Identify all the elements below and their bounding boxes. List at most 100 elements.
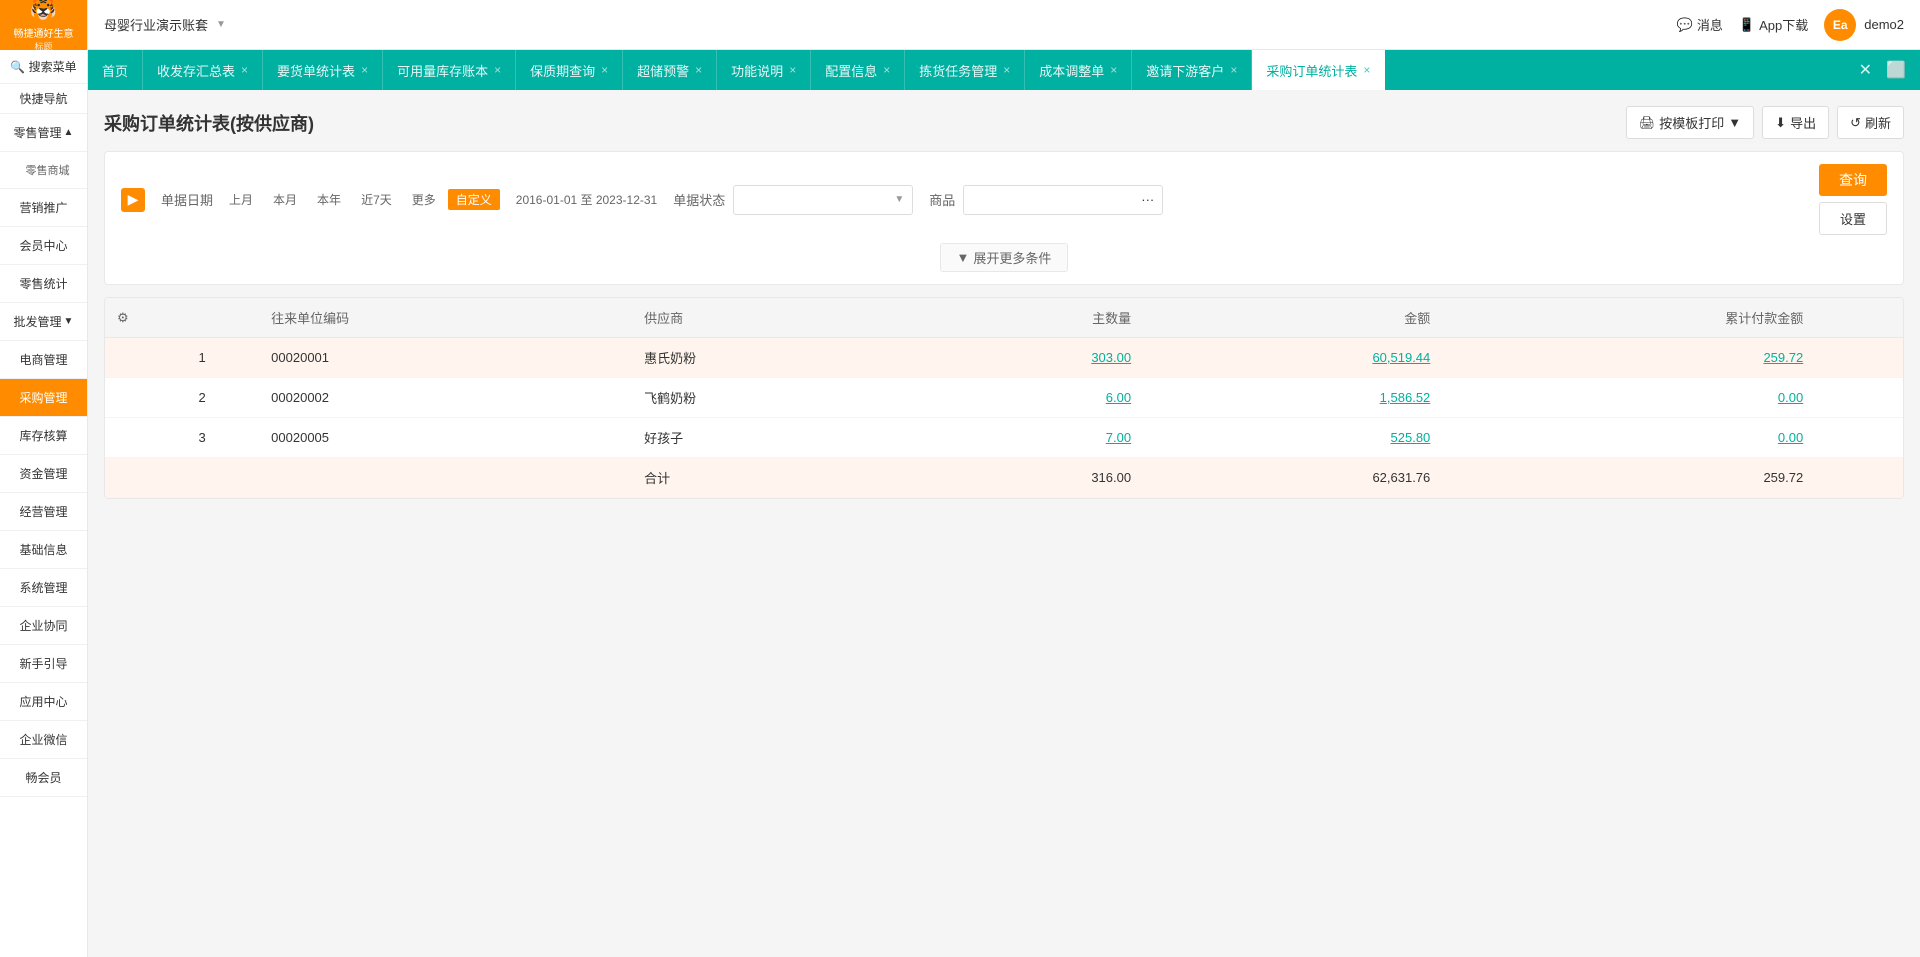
sidebar-item-system[interactable]: 系统管理 [0, 569, 87, 607]
sidebar-item-inventory[interactable]: 库存核算 [0, 417, 87, 455]
print-button[interactable]: 🖨 按模板打印 ▼ [1626, 106, 1754, 139]
tab-baozhiqi[interactable]: 保质期查询 × [516, 50, 623, 90]
shortcut-more[interactable]: 更多 [404, 189, 444, 210]
settings-button[interactable]: 设置 [1819, 202, 1887, 235]
tab-peizhi-label: 配置信息 [825, 61, 877, 80]
sidebar-item-member2[interactable]: 畅会员 [0, 759, 87, 797]
table-row[interactable]: 2 00020002 飞鹤奶粉 6.00 1,586.52 0.00 [105, 378, 1903, 418]
row-paid[interactable]: 0.00 [1442, 378, 1815, 418]
sidebar-item-basic[interactable]: 基础信息 [0, 531, 87, 569]
goods-select[interactable]: ··· [963, 185, 1163, 215]
main-area: 母婴行业演示账套 ▼ 💬 消息 📱 App下载 Ea demo2 首页 [88, 0, 1920, 957]
tab-close-icon-8[interactable]: × [1003, 63, 1010, 77]
refresh-button[interactable]: ↺ 刷新 [1837, 106, 1904, 139]
shortcut-last-month[interactable]: 上月 [221, 189, 261, 210]
tab-home[interactable]: 首页 [88, 50, 143, 90]
tab-close-icon-7[interactable]: × [883, 63, 890, 77]
sidebar-appcenter-label: 应用中心 [19, 693, 67, 710]
expand-more-button[interactable]: ▼ 展开更多条件 [940, 243, 1069, 272]
row-settings [105, 418, 145, 458]
topbar: 母婴行业演示账套 ▼ 💬 消息 📱 App下载 Ea demo2 [88, 0, 1920, 50]
sidebar-item-finance[interactable]: 资金管理 [0, 455, 87, 493]
tab-yaohuo[interactable]: 要货单统计表 × [263, 50, 383, 90]
filter-date-range: 2016-01-01 至 2023-12-31 [516, 191, 657, 208]
tab-close-icon-9[interactable]: × [1110, 63, 1117, 77]
sidebar-item-retail[interactable]: 零售管理 ▲ [0, 114, 87, 152]
sidebar-item-quicknav[interactable]: 快捷导航 [0, 84, 87, 114]
data-table: ⚙ 往来单位编码 供应商 主数量 金额 累计付款金额 1 00020001 惠氏… [105, 298, 1903, 498]
app-download-button[interactable]: 📱 App下载 [1739, 15, 1808, 34]
tab-close-icon[interactable]: × [241, 63, 248, 77]
row-code: 00020002 [259, 378, 632, 418]
tab-close-icon-6[interactable]: × [789, 63, 796, 77]
sidebar-member2-label: 畅会员 [25, 769, 61, 786]
user-profile[interactable]: Ea demo2 [1824, 9, 1904, 41]
shortcut-7days[interactable]: 近7天 [353, 189, 400, 210]
row-paid[interactable]: 0.00 [1442, 418, 1815, 458]
row-supplier: 好孩子 [632, 418, 910, 458]
footer-amount-cell: 62,631.76 [1143, 458, 1442, 498]
sidebar-item-retail-shop[interactable]: 零售商城 [0, 152, 87, 189]
sidebar-retail-label: 零售管理 [14, 124, 62, 141]
tab-paihuoren[interactable]: 拣货任务管理 × [905, 50, 1025, 90]
footer-label-cell: 合计 [632, 458, 910, 498]
tab-close-icon-10[interactable]: × [1230, 63, 1237, 77]
tab-close-icon-3[interactable]: × [494, 63, 501, 77]
tab-caigou-label: 采购订单统计表 [1266, 61, 1357, 80]
sidebar-item-corpwechat[interactable]: 企业微信 [0, 721, 87, 759]
filter-toggle-button[interactable]: ▶ [121, 188, 145, 212]
sidebar-item-member[interactable]: 会员中心 [0, 227, 87, 265]
custom-date-button[interactable]: 自定义 [448, 189, 500, 210]
filter-date-range-group: 2016-01-01 至 2023-12-31 [516, 191, 657, 208]
tab-gongneng[interactable]: 功能说明 × [717, 50, 811, 90]
tab-close-icon-4[interactable]: × [601, 63, 608, 77]
expand-label: 展开更多条件 [973, 248, 1051, 267]
row-amount[interactable]: 60,519.44 [1143, 338, 1442, 378]
query-button[interactable]: 查询 [1819, 164, 1887, 196]
row-qty[interactable]: 6.00 [910, 378, 1143, 418]
tab-close-all-button[interactable]: ✕ [1853, 56, 1878, 84]
tab-keyong[interactable]: 可用量库存账本 × [383, 50, 516, 90]
row-amount[interactable]: 1,586.52 [1143, 378, 1442, 418]
sidebar-item-enterprise[interactable]: 企业协同 [0, 607, 87, 645]
tab-yaoqing[interactable]: 邀请下游客户 × [1132, 50, 1252, 90]
workspace-selector[interactable]: 母婴行业演示账套 ▼ [104, 15, 226, 34]
tab-close-icon-5[interactable]: × [695, 63, 702, 77]
filter-goods-label: 商品 [929, 190, 955, 209]
sidebar-item-appcenter[interactable]: 应用中心 [0, 683, 87, 721]
tab-close-icon-2[interactable]: × [361, 63, 368, 77]
sidebar-item-ecommerce[interactable]: 电商管理 [0, 341, 87, 379]
sidebar-item-retail-stat[interactable]: 零售统计 [0, 265, 87, 303]
filter-actions: 查询 设置 [1819, 164, 1887, 235]
more-btn[interactable]: ··· [1141, 192, 1154, 207]
row-paid[interactable]: 259.72 [1442, 338, 1815, 378]
row-qty[interactable]: 303.00 [910, 338, 1143, 378]
table-col-paid: 累计付款金额 [1442, 298, 1815, 338]
tab-close-icon-11[interactable]: × [1363, 63, 1370, 77]
sidebar-item-newguide[interactable]: 新手引导 [0, 645, 87, 683]
sidebar-item-wholesale[interactable]: 批发管理 ▼ [0, 303, 87, 341]
export-button[interactable]: ⬇ 导出 [1762, 106, 1829, 139]
sidebar-item-purchase[interactable]: 采购管理 [0, 379, 87, 417]
row-amount[interactable]: 525.80 [1143, 418, 1442, 458]
footer-extra-cell [1815, 458, 1903, 498]
tab-caigou[interactable]: 采购订单统计表 × [1252, 50, 1385, 90]
row-qty[interactable]: 7.00 [910, 418, 1143, 458]
tab-restore-button[interactable]: ⬜ [1880, 56, 1912, 84]
tab-chengben[interactable]: 成本调整单 × [1025, 50, 1132, 90]
filter-date-shortcuts: 上月 本月 本年 近7天 更多 自定义 [221, 189, 500, 210]
sidebar-item-operations[interactable]: 经营管理 [0, 493, 87, 531]
status-select[interactable]: ▼ [733, 185, 913, 215]
sidebar-item-marketing[interactable]: 营销推广 [0, 189, 87, 227]
tab-chaochuyujing[interactable]: 超储预警 × [623, 50, 717, 90]
sidebar-ecommerce-label: 电商管理 [19, 351, 67, 368]
shortcut-this-year[interactable]: 本年 [309, 189, 349, 210]
shortcut-this-month[interactable]: 本月 [265, 189, 305, 210]
table-row[interactable]: 1 00020001 惠氏奶粉 303.00 60,519.44 259.72 [105, 338, 1903, 378]
message-button[interactable]: 💬 消息 [1677, 15, 1723, 34]
tab-peizhi[interactable]: 配置信息 × [811, 50, 905, 90]
sidebar-item-search[interactable]: 🔍 搜索菜单 [0, 50, 87, 84]
table-row[interactable]: 3 00020005 好孩子 7.00 525.80 0.00 [105, 418, 1903, 458]
tab-shoufа[interactable]: 收发存汇总表 × [143, 50, 263, 90]
tab-chengben-label: 成本调整单 [1039, 61, 1104, 80]
